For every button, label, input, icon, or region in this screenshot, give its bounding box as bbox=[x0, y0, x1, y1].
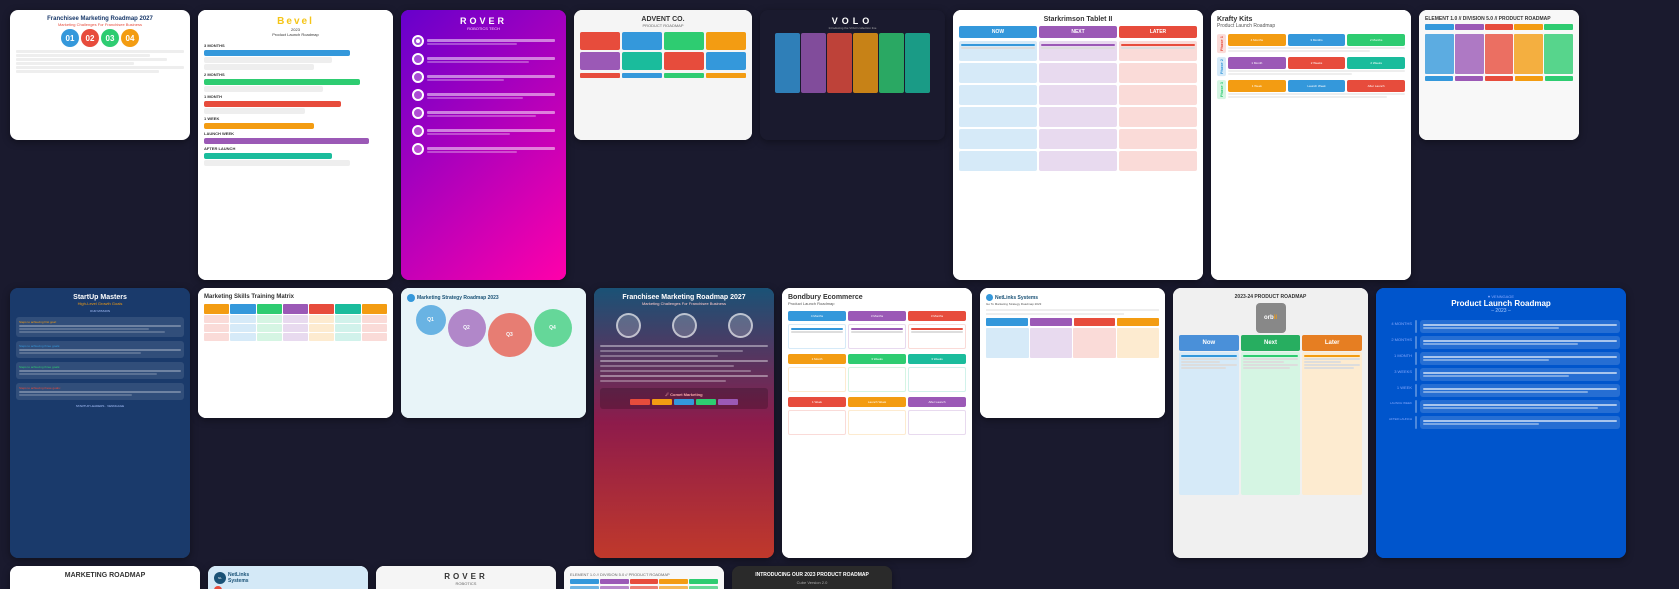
card-vengage[interactable]: ♥ VENNGAGE Product Launch Roadmap – 2023… bbox=[1376, 288, 1626, 558]
card-rover-tall[interactable]: ROVER ROBOTICS TECH bbox=[401, 10, 566, 280]
card-title: Bondbury Ecommerce bbox=[788, 294, 966, 301]
card-rover-bottom[interactable]: ROVER ROBOTICS 1 2 bbox=[376, 566, 556, 589]
card-subtitle: High-Level Growth Goals bbox=[16, 301, 184, 306]
card-netlinks-bottom-left[interactable]: NL NetLinksSystems Q1 Q2 Q3 bbox=[208, 566, 368, 589]
card-advent-co[interactable]: ADVENT CO. PRODUCT ROADMAP bbox=[574, 10, 752, 140]
card-title: Marketing Strategy Roadmap 2023 bbox=[417, 295, 499, 301]
card-netlinks-bottom[interactable]: NetLinks Systems Go To Marketing Strateg… bbox=[980, 288, 1165, 418]
card-subtitle: Cube Version 2.0 bbox=[738, 580, 886, 585]
card-title: MARKETING ROADMAP bbox=[16, 572, 194, 579]
card-marketing-skills[interactable]: Marketing Skills Training Matrix bbox=[198, 288, 393, 418]
card-subtitle: PRODUCT ROADMAP bbox=[580, 23, 746, 28]
card-bevel[interactable]: Bevel 2023Product Launch Roadmap 3 MONTH… bbox=[198, 10, 393, 280]
card-title: Krafty Kits bbox=[1217, 16, 1405, 23]
card-subtitle: ROBOTICS TECH bbox=[407, 26, 560, 31]
card-title: Bevel bbox=[204, 16, 387, 27]
card-bondbury[interactable]: Bondbury Ecommerce Product Launch Roadma… bbox=[782, 288, 972, 558]
card-franchisee-dark[interactable]: Franchisee Marketing Roadmap 2027 Market… bbox=[594, 288, 774, 558]
card-product-roadmap-dark[interactable]: INTRODUCING OUR 2023 PRODUCT ROADMAP Cub… bbox=[732, 566, 892, 589]
card-title: 2023-24 PRODUCT ROADMAP bbox=[1179, 294, 1362, 300]
card-subtitle: Product Launch Roadmap bbox=[1217, 23, 1405, 29]
card-krafty-kits[interactable]: Krafty Kits Product Launch Roadmap Phase… bbox=[1211, 10, 1411, 280]
card-title: NetLinks Systems bbox=[995, 295, 1038, 301]
card-volo[interactable]: VOLO Introducing the VOLO collection lin… bbox=[760, 10, 945, 140]
card-element-top[interactable]: ELEMENT 1.0 // DIVISION 5.0 // PRODUCT R… bbox=[1419, 10, 1579, 140]
card-title: ELEMENT 1.0 // DIVISION 5.0 // PRODUCT R… bbox=[1425, 16, 1573, 22]
card-title: Franchisee Marketing Roadmap 2027 bbox=[600, 294, 768, 301]
card-subtitle: Introducing the VOLO collection line bbox=[766, 26, 939, 30]
card-subtitle: ROBOTICS bbox=[382, 581, 550, 586]
card-title: Starkrimson Tablet II bbox=[959, 16, 1197, 23]
card-franchisee-white[interactable]: Franchisee Marketing Roadmap 2027 Market… bbox=[10, 10, 190, 140]
card-element-bottom[interactable]: ELEMENT 1.0 // DIVISION 5.0 // PRODUCT R… bbox=[564, 566, 724, 589]
card-subtitle: Go To Marketing Strategy Roadmap 2023 bbox=[986, 302, 1159, 306]
card-startup-masters[interactable]: StartUp Masters High-Level Growth Goals … bbox=[10, 288, 190, 558]
card-subtitle: Marketing Challenges For Franchisee Busi… bbox=[600, 301, 768, 306]
card-netlinks-top[interactable]: Marketing Strategy Roadmap 2023 Q1 Q2 Q3… bbox=[401, 288, 586, 418]
card-starkrimson[interactable]: Starkrimson Tablet II NOW NEXT LATER bbox=[953, 10, 1203, 280]
card-title: ADVENT CO. bbox=[580, 16, 746, 23]
card-subtitle: Product Launch Roadmap bbox=[788, 301, 966, 306]
card-subtitle: Marketing Challenges For Franchisee Busi… bbox=[16, 22, 184, 27]
template-gallery: Franchisee Marketing Roadmap 2027 Market… bbox=[0, 0, 1679, 589]
card-title: ROVER bbox=[407, 16, 560, 26]
card-title: ELEMENT 1.0 // DIVISION 5.0 // PRODUCT R… bbox=[570, 572, 718, 577]
card-title: VOLO bbox=[766, 16, 939, 26]
card-title: ROVER bbox=[382, 572, 550, 581]
card-marketing-roadmap[interactable]: MARKETING ROADMAP bbox=[10, 566, 200, 589]
card-title: INTRODUCING OUR 2023 PRODUCT ROADMAP bbox=[738, 572, 886, 578]
card-title: StartUp Masters bbox=[16, 294, 184, 301]
card-subtitle: 2023Product Launch Roadmap bbox=[204, 27, 387, 37]
card-now-next-later[interactable]: 2023-24 PRODUCT ROADMAP orbil Now bbox=[1173, 288, 1368, 558]
card-title: NetLinksSystems bbox=[228, 572, 249, 584]
card-title: Marketing Skills Training Matrix bbox=[204, 294, 387, 300]
